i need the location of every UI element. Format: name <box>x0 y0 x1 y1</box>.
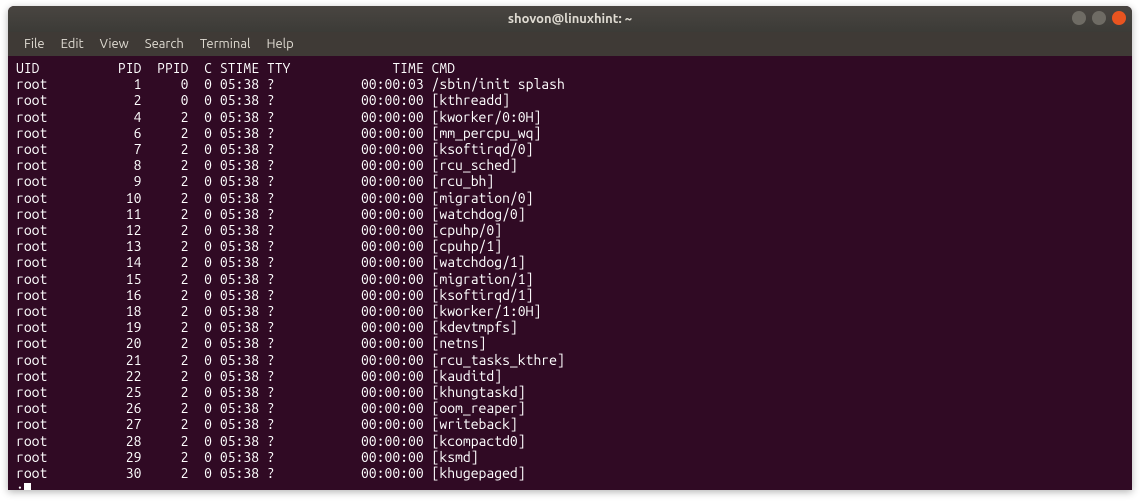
menu-file[interactable]: File <box>16 34 53 54</box>
pager-prompt[interactable]: : <box>16 481 24 490</box>
menu-search[interactable]: Search <box>137 34 192 54</box>
maximize-icon[interactable] <box>1092 11 1106 25</box>
terminal-window: shovon@linuxhint: ~ File Edit View Searc… <box>8 6 1132 490</box>
window-title: shovon@linuxhint: ~ <box>508 12 632 26</box>
minimize-icon[interactable] <box>1072 11 1086 25</box>
terminal-output[interactable]: UID PID PPID C STIME TTY TIME CMD root 1… <box>8 56 1132 490</box>
menu-help[interactable]: Help <box>258 34 301 54</box>
menu-view[interactable]: View <box>92 34 137 54</box>
cursor-icon <box>24 483 31 490</box>
close-icon[interactable] <box>1112 11 1126 25</box>
window-controls <box>1072 11 1126 25</box>
menubar: File Edit View Search Terminal Help <box>8 32 1132 56</box>
titlebar: shovon@linuxhint: ~ <box>8 6 1132 32</box>
menu-edit[interactable]: Edit <box>53 34 92 54</box>
menu-terminal[interactable]: Terminal <box>192 34 259 54</box>
